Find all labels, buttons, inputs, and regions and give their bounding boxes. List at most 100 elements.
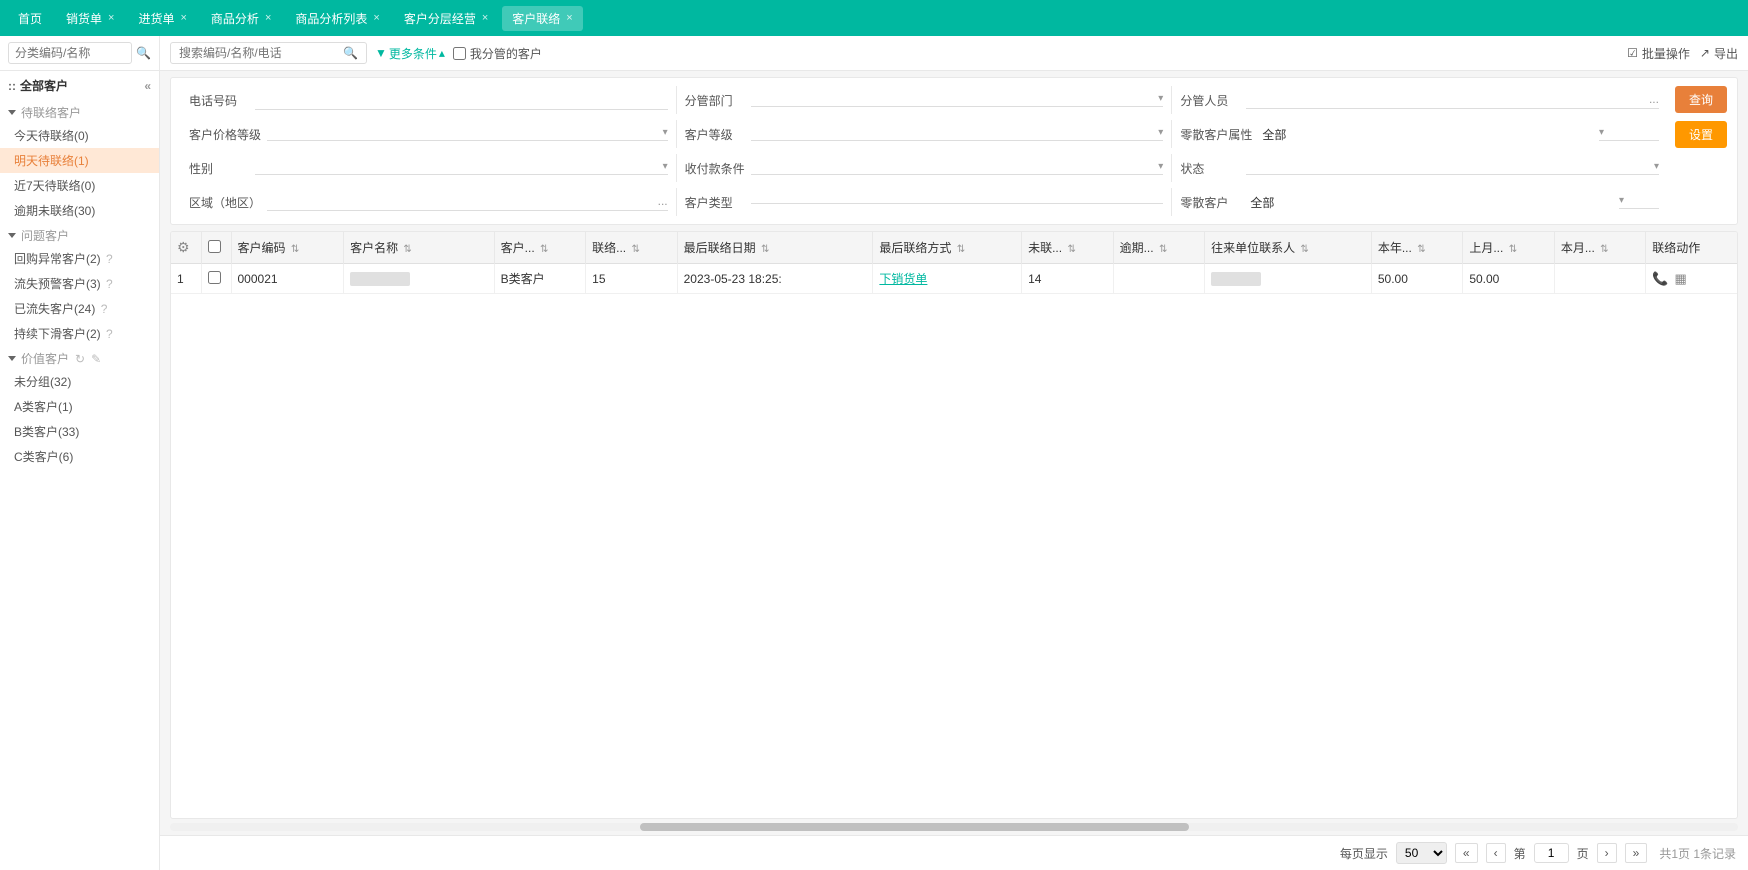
sidebar-item-tomorrow[interactable]: 明天待联络(1) — [0, 148, 159, 173]
nav-customer-contact-close[interactable]: × — [566, 12, 572, 24]
action-phone-icon[interactable]: 📞 — [1652, 271, 1668, 287]
col-unit-contacts[interactable]: 往来单位联系人 ⇅ — [1205, 232, 1372, 264]
col-this-year[interactable]: 本年... ⇅ — [1371, 232, 1462, 264]
sidebar-item-7days[interactable]: 近7天待联络(0) — [0, 173, 159, 198]
filter-price-level-select[interactable]: ▾ — [267, 127, 668, 141]
col-last-date[interactable]: 最后联络日期 ⇅ — [677, 232, 873, 264]
col-checkbox[interactable] — [201, 232, 231, 264]
nav-sales[interactable]: 销货单 × — [56, 6, 124, 31]
col-contacts[interactable]: 联络... ⇅ — [586, 232, 677, 264]
col-unlinked[interactable]: 未联... ⇅ — [1022, 232, 1113, 264]
nav-purchase[interactable]: 进货单 × — [128, 6, 196, 31]
col-overdue-sort[interactable]: ⇅ — [1159, 244, 1167, 255]
page-input[interactable] — [1534, 843, 1569, 863]
col-customer-code-sort[interactable]: ⇅ — [291, 244, 299, 255]
my-customers-toggle[interactable]: 我分管的客户 — [453, 45, 542, 62]
last-page-btn[interactable]: » — [1625, 843, 1648, 863]
filter-retail-attr-select[interactable]: ▾ — [1599, 127, 1659, 141]
filter-dept-select[interactable]: ▾ — [751, 93, 1164, 107]
select-all-checkbox[interactable] — [208, 240, 221, 253]
filter-region-select[interactable]: ... — [267, 194, 668, 211]
filter-payment-select[interactable]: ▾ — [751, 161, 1164, 175]
sidebar-collapse-icon[interactable]: « — [144, 79, 151, 93]
help-icon-3[interactable]: ? — [106, 327, 113, 341]
next-page-btn[interactable]: › — [1597, 843, 1617, 863]
col-last-method-sort[interactable]: ⇅ — [957, 244, 965, 255]
main-search-input[interactable] — [179, 46, 339, 60]
nav-product-list-close[interactable]: × — [373, 12, 379, 24]
help-icon-1[interactable]: ? — [106, 277, 113, 291]
sidebar-item-churned[interactable]: 已流失客户(24) ? — [0, 296, 159, 321]
col-overdue[interactable]: 逾期... ⇅ — [1113, 232, 1204, 264]
filter-customer-level-select[interactable]: ▾ — [751, 127, 1164, 141]
filter-phone-input[interactable] — [255, 91, 668, 110]
sidebar-item-class-c[interactable]: C类客户(6) — [0, 444, 159, 469]
sidebar-item-overdue[interactable]: 逾期未联络(30) — [0, 198, 159, 223]
sidebar-search-input[interactable] — [8, 42, 132, 64]
sidebar-item-class-b[interactable]: B类客户(33) — [0, 419, 159, 444]
nav-sales-close[interactable]: × — [108, 12, 114, 24]
cell-checkbox[interactable] — [201, 264, 231, 294]
nav-product-list[interactable]: 商品分析列表 × — [285, 6, 389, 31]
col-this-month-sort[interactable]: ⇅ — [1600, 244, 1608, 255]
col-contacts-sort[interactable]: ⇅ — [632, 244, 640, 255]
gear-icon[interactable]: ⚙ — [177, 239, 190, 255]
first-page-btn[interactable]: « — [1455, 843, 1478, 863]
filter-gender-select[interactable]: ▾ — [255, 161, 668, 175]
col-gear[interactable]: ⚙ — [171, 232, 201, 264]
action-grid-icon[interactable]: ▦ — [1674, 271, 1686, 287]
scroll-thumb[interactable] — [640, 823, 1189, 831]
sidebar-item-churn-warning[interactable]: 流失预警客户(3) ? — [0, 271, 159, 296]
col-unit-contacts-sort[interactable]: ⇅ — [1300, 244, 1308, 255]
sidebar-item-ungrouped[interactable]: 未分组(32) — [0, 369, 159, 394]
col-customer-code[interactable]: 客户编码 ⇅ — [231, 232, 344, 264]
sidebar-item-declining[interactable]: 持续下滑客户(2) ? — [0, 321, 159, 346]
nav-customer-tier-close[interactable]: × — [482, 12, 488, 24]
nav-product-analysis-close[interactable]: × — [265, 12, 271, 24]
col-last-month[interactable]: 上月... ⇅ — [1463, 232, 1554, 264]
set-button[interactable]: 设置 — [1675, 121, 1727, 148]
nav-purchase-close[interactable]: × — [180, 12, 186, 24]
col-last-method[interactable]: 最后联络方式 ⇅ — [873, 232, 1022, 264]
col-this-year-sort[interactable]: ⇅ — [1417, 244, 1425, 255]
nav-home[interactable]: 首页 — [8, 6, 52, 31]
per-page-select[interactable]: 50 100 200 — [1396, 842, 1447, 864]
sidebar-item-class-a[interactable]: A类客户(1) — [0, 394, 159, 419]
sidebar-item-today[interactable]: 今天待联络(0) — [0, 123, 159, 148]
help-icon-2[interactable]: ? — [101, 302, 108, 316]
filter-customer-type-select[interactable] — [751, 201, 1164, 204]
col-last-date-sort[interactable]: ⇅ — [761, 244, 769, 255]
sidebar-all-customers[interactable]: :: 全部客户 « — [0, 71, 159, 100]
col-customer-name[interactable]: 客户名称 ⇅ — [344, 232, 495, 264]
value-refresh-icon[interactable]: ↻ — [75, 352, 85, 366]
col-unlinked-sort[interactable]: ⇅ — [1067, 244, 1075, 255]
filter-retail-customer-select[interactable]: ▾ — [1619, 195, 1659, 209]
col-customer-name-sort[interactable]: ⇅ — [403, 244, 411, 255]
cell-last-method[interactable]: 下销货单 — [873, 264, 1022, 294]
batch-op-btn[interactable]: ☑ 批量操作 — [1627, 45, 1690, 62]
last-method-link[interactable]: 下销货单 — [879, 272, 927, 286]
col-last-month-sort[interactable]: ⇅ — [1509, 244, 1517, 255]
nav-product-analysis[interactable]: 商品分析 × — [201, 6, 281, 31]
sidebar-search-icon[interactable]: 🔍 — [136, 46, 151, 60]
prev-page-btn[interactable]: ‹ — [1486, 843, 1506, 863]
query-button[interactable]: 查询 — [1675, 86, 1727, 113]
main-search-icon[interactable]: 🔍 — [343, 46, 358, 60]
problem-section-text: 问题客户 — [21, 227, 69, 244]
more-conditions-btn[interactable]: ▼ 更多条件 ▴ — [375, 45, 445, 62]
export-btn[interactable]: ↗ 导出 — [1700, 45, 1738, 62]
help-icon-0[interactable]: ? — [106, 252, 113, 266]
value-edit-icon[interactable]: ✎ — [91, 352, 101, 366]
col-customer-type[interactable]: 客户... ⇅ — [494, 232, 585, 264]
all-customers-hash: :: — [8, 79, 16, 93]
horizontal-scrollbar[interactable] — [170, 823, 1738, 831]
filter-manager-select[interactable]: ... — [1246, 92, 1659, 109]
nav-customer-tier[interactable]: 客户分层经营 × — [394, 6, 498, 31]
col-customer-type-sort[interactable]: ⇅ — [540, 244, 548, 255]
nav-customer-contact[interactable]: 客户联络 × — [502, 6, 582, 31]
row-checkbox[interactable] — [208, 271, 221, 284]
sidebar-item-repurchase-anomaly[interactable]: 回购异常客户(2) ? — [0, 246, 159, 271]
filter-status-select[interactable]: ▾ — [1246, 161, 1659, 175]
col-this-month[interactable]: 本月... ⇅ — [1554, 232, 1645, 264]
my-customers-checkbox[interactable] — [453, 47, 466, 60]
